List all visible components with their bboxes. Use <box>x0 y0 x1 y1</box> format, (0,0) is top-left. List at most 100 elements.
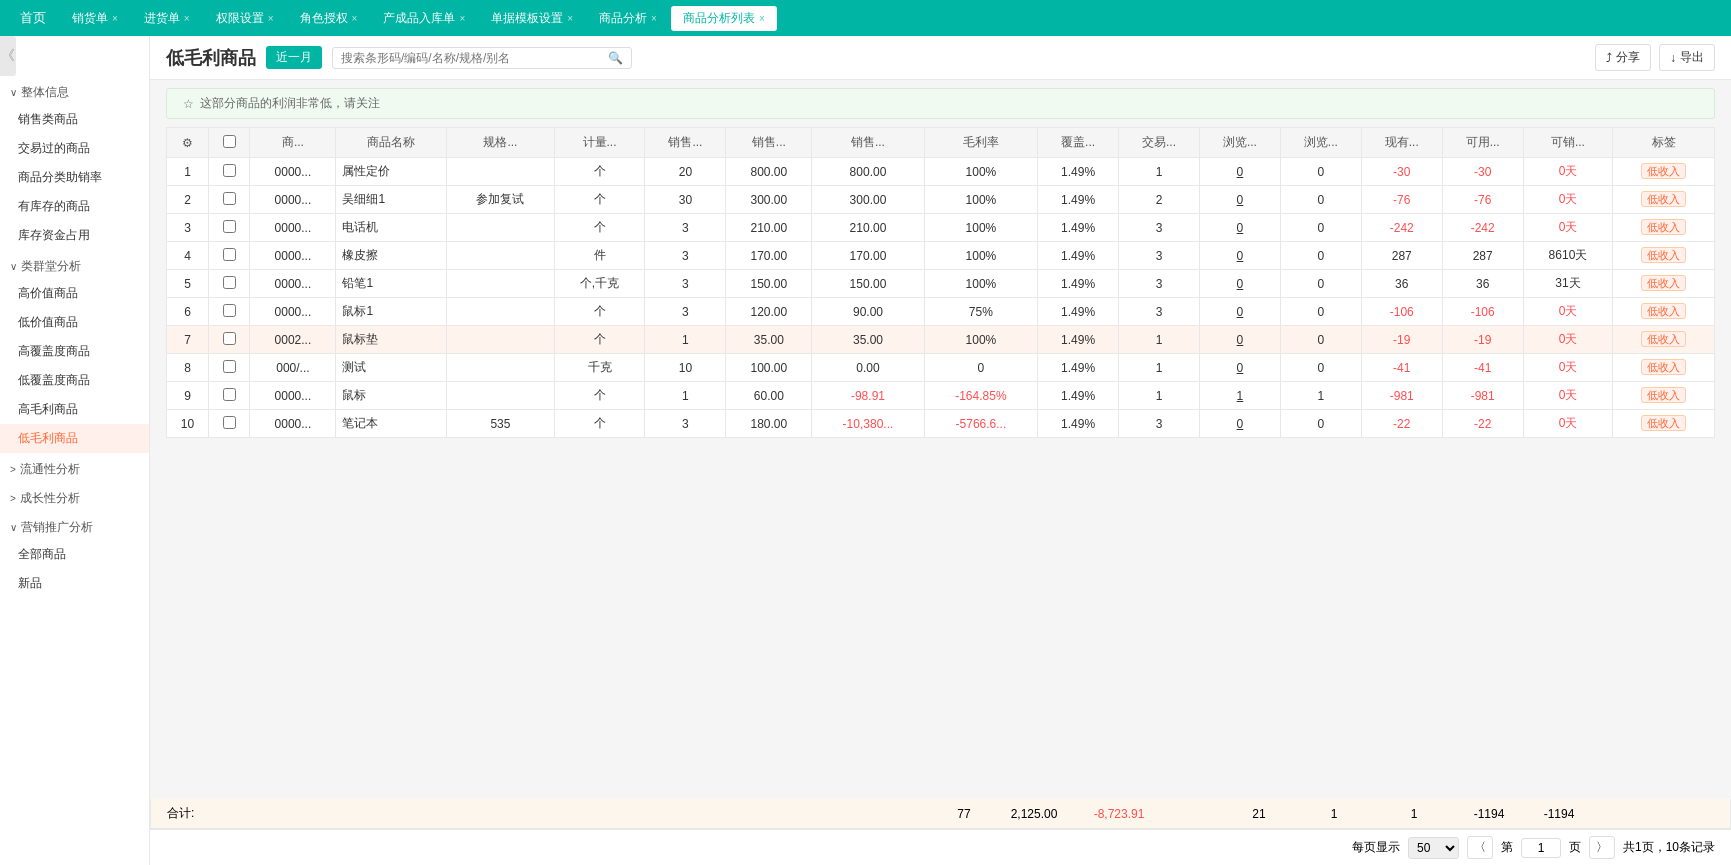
close-icon[interactable]: × <box>459 13 465 24</box>
col-spec[interactable]: 规格... <box>447 128 554 158</box>
row-select-checkbox[interactable] <box>223 220 236 233</box>
nav-products[interactable]: 产成品入库单 × <box>371 6 477 31</box>
col-tag[interactable]: 标签 <box>1613 128 1715 158</box>
col-saleable[interactable]: 可销... <box>1523 128 1613 158</box>
sidebar-item-stock-capital[interactable]: 库存资金占用 <box>0 221 149 250</box>
row-browse2: 0 <box>1280 242 1361 270</box>
nav-analysis-list[interactable]: 商品分析列表 × <box>671 6 777 31</box>
sidebar-item-low-value[interactable]: 低价值商品 <box>0 308 149 337</box>
time-filter-button[interactable]: 近一月 <box>266 46 322 69</box>
row-browse1[interactable]: 0 <box>1199 410 1280 438</box>
nav-templates[interactable]: 单据模板设置 × <box>479 6 585 31</box>
col-checkbox[interactable] <box>209 128 250 158</box>
sidebar-group-growth[interactable]: > 成长性分析 <box>0 482 149 511</box>
row-select-checkbox[interactable] <box>223 192 236 205</box>
col-code[interactable]: 商... <box>250 128 336 158</box>
sidebar-item-traded-goods[interactable]: 交易过的商品 <box>0 134 149 163</box>
col-trade[interactable]: 交易... <box>1119 128 1200 158</box>
row-checkbox[interactable] <box>209 410 250 438</box>
page-size-select[interactable]: 50 100 200 <box>1408 837 1459 859</box>
search-input[interactable] <box>341 51 608 65</box>
close-icon[interactable]: × <box>268 13 274 24</box>
row-browse1[interactable]: 0 <box>1199 242 1280 270</box>
sidebar-group-marketing[interactable]: ∨ 营销推广分析 <box>0 511 149 540</box>
row-browse1[interactable]: 0 <box>1199 214 1280 242</box>
col-browse1[interactable]: 浏览... <box>1199 128 1280 158</box>
row-select-checkbox[interactable] <box>223 164 236 177</box>
row-checkbox[interactable] <box>209 326 250 354</box>
col-stock[interactable]: 现有... <box>1361 128 1442 158</box>
close-icon[interactable]: × <box>112 13 118 24</box>
sidebar-item-new-goods[interactable]: 新品 <box>0 569 149 598</box>
row-select-checkbox[interactable] <box>223 276 236 289</box>
col-browse2[interactable]: 浏览... <box>1280 128 1361 158</box>
export-button[interactable]: ↓ 导出 <box>1659 44 1715 71</box>
col-sale-cost[interactable]: 销售... <box>812 128 924 158</box>
row-checkbox[interactable] <box>209 242 250 270</box>
page-number-input[interactable] <box>1521 838 1561 858</box>
nav-roles[interactable]: 角色授权 × <box>288 6 370 31</box>
close-icon[interactable]: × <box>759 13 765 24</box>
select-all-checkbox[interactable] <box>223 135 236 148</box>
row-select-checkbox[interactable] <box>223 304 236 317</box>
sidebar-item-stock-goods[interactable]: 有库存的商品 <box>0 192 149 221</box>
col-gross-rate[interactable]: 毛利率 <box>924 128 1038 158</box>
sidebar-item-low-coverage[interactable]: 低覆盖度商品 <box>0 366 149 395</box>
sidebar-group-cluster[interactable]: ∨ 类群堂分析 <box>0 250 149 279</box>
row-checkbox[interactable] <box>209 270 250 298</box>
row-qty: 3 <box>645 298 726 326</box>
sidebar-item-high-margin[interactable]: 高毛利商品 <box>0 395 149 424</box>
row-checkbox[interactable] <box>209 382 250 410</box>
row-checkbox[interactable] <box>209 298 250 326</box>
col-avail[interactable]: 可用... <box>1442 128 1523 158</box>
close-icon[interactable]: × <box>651 13 657 24</box>
col-sale-qty[interactable]: 销售... <box>645 128 726 158</box>
nav-sales[interactable]: 销货单 × <box>60 6 130 31</box>
row-select-checkbox[interactable] <box>223 416 236 429</box>
close-icon[interactable]: × <box>352 13 358 24</box>
row-select-checkbox[interactable] <box>223 248 236 261</box>
nav-purchase[interactable]: 进货单 × <box>132 6 202 31</box>
row-browse1[interactable]: 0 <box>1199 186 1280 214</box>
prev-page-button[interactable]: 〈 <box>1467 836 1493 859</box>
close-icon[interactable]: × <box>184 13 190 24</box>
sidebar-group-flow[interactable]: > 流通性分析 <box>0 453 149 482</box>
row-checkbox[interactable] <box>209 214 250 242</box>
row-select-checkbox[interactable] <box>223 388 236 401</box>
next-page-button[interactable]: 〉 <box>1589 836 1615 859</box>
sidebar-item-category-rate[interactable]: 商品分类助销率 <box>0 163 149 192</box>
col-unit[interactable]: 计量... <box>554 128 645 158</box>
top-navigation: 首页 销货单 × 进货单 × 权限设置 × 角色授权 × 产成品入库单 × 单据… <box>0 0 1731 36</box>
row-checkbox[interactable] <box>209 158 250 186</box>
sidebar-item-high-value[interactable]: 高价值商品 <box>0 279 149 308</box>
sidebar-collapse-button[interactable]: 《 <box>0 36 16 76</box>
nav-home[interactable]: 首页 <box>8 5 58 31</box>
nav-analysis[interactable]: 商品分析 × <box>587 6 669 31</box>
sidebar-item-high-coverage[interactable]: 高覆盖度商品 <box>0 337 149 366</box>
row-spec <box>447 214 554 242</box>
share-button[interactable]: ⤴ 分享 <box>1595 44 1651 71</box>
sidebar-item-sales-goods[interactable]: 销售类商品 <box>0 105 149 134</box>
col-settings[interactable]: ⚙ <box>167 128 209 158</box>
row-qty: 3 <box>645 242 726 270</box>
row-browse1[interactable]: 0 <box>1199 298 1280 326</box>
row-checkbox[interactable] <box>209 354 250 382</box>
nav-permissions[interactable]: 权限设置 × <box>204 6 286 31</box>
row-browse1[interactable]: 0 <box>1199 326 1280 354</box>
sidebar-item-all-goods[interactable]: 全部商品 <box>0 540 149 569</box>
row-browse1[interactable]: 0 <box>1199 158 1280 186</box>
row-select-checkbox[interactable] <box>223 360 236 373</box>
close-icon[interactable]: × <box>567 13 573 24</box>
search-icon[interactable]: 🔍 <box>608 51 623 65</box>
sidebar-group-overall[interactable]: ∨ 整体信息 <box>0 76 149 105</box>
col-sale-amt[interactable]: 销售... <box>726 128 812 158</box>
sidebar-item-low-margin[interactable]: 低毛利商品 <box>0 424 149 453</box>
row-checkbox[interactable] <box>209 186 250 214</box>
col-name[interactable]: 商品名称 <box>336 128 447 158</box>
col-coverage[interactable]: 覆盖... <box>1038 128 1119 158</box>
row-browse1[interactable]: 1 <box>1199 382 1280 410</box>
row-select-checkbox[interactable] <box>223 332 236 345</box>
row-browse1[interactable]: 0 <box>1199 270 1280 298</box>
row-browse2: 0 <box>1280 410 1361 438</box>
row-browse1[interactable]: 0 <box>1199 354 1280 382</box>
